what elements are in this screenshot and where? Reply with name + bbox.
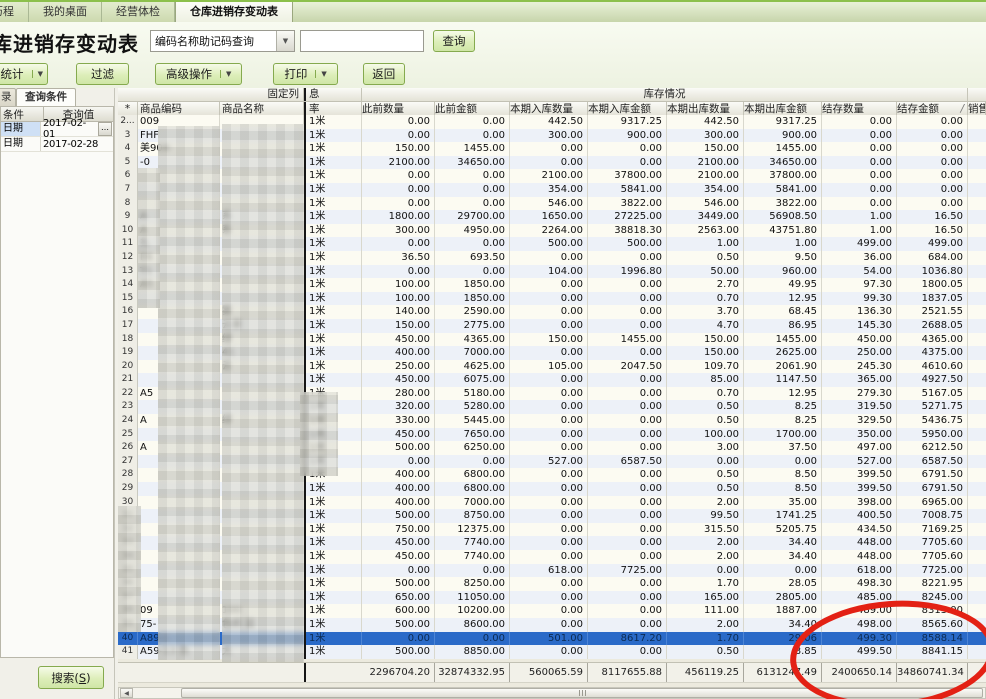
chevron-down-icon[interactable]: ▼ [276, 31, 294, 51]
column-header[interactable]: 此前金额 [435, 102, 510, 116]
toolbar-button[interactable]: 长统计▼ [0, 63, 48, 85]
condition-row[interactable]: 日期 2017-02-28 [1, 137, 113, 152]
top-zone: 库进销存变动表 编码名称助记码查询 ▼ 查询 长统计▼ 过滤 高级操作▼ 打印▼ 返回 [0, 22, 986, 88]
toolbar-button[interactable]: 返回 [362, 63, 405, 85]
sidebar: 录查询条件 条件 查询值 日期 2017-02-01… 日期 2017-02-28 搜… [0, 88, 115, 699]
window-tab[interactable]: 经营体检 [102, 2, 175, 22]
toolbar-button[interactable]: 高级操作 ▼ [155, 63, 243, 85]
sidebar-tab[interactable]: 查询条件 [16, 88, 76, 106]
mosaic-censor-block [300, 392, 338, 476]
column-header[interactable]: 商品编码 [138, 102, 220, 116]
condition-field[interactable]: 日期 [1, 122, 41, 136]
toolbar: 长统计▼ 过滤 高级操作▼ 打印▼ 返回 [0, 62, 405, 86]
scroll-left-icon[interactable]: ◀ [120, 688, 133, 698]
column-header[interactable]: 本期出库数量 [667, 102, 744, 116]
group-header-stock-status: 库存情况 [362, 88, 968, 101]
mosaic-censor-block [118, 506, 141, 632]
column-header[interactable]: 销售 [968, 102, 986, 116]
search-input[interactable] [300, 30, 424, 52]
query-condition-panel: 条件 查询值 日期 2017-02-01… 日期 2017-02-28 [0, 106, 114, 658]
total-value: 456119.25 [667, 663, 744, 682]
total-value: 560065.59 [510, 663, 588, 682]
column-header[interactable]: 率 [304, 102, 362, 116]
mosaic-censor-block [222, 124, 304, 662]
window-tab-bar: 历程我的桌面经营体检仓库进销存变动表 [0, 0, 986, 23]
slash-icon: / [960, 103, 964, 115]
group-header-info: 息 [304, 88, 362, 101]
sidebar-tab[interactable]: 录 [0, 88, 16, 106]
condition-value[interactable]: 2017-02-28 [41, 139, 113, 150]
query-button[interactable]: 查询 [433, 30, 475, 52]
column-header[interactable]: 此前数量 [362, 102, 435, 116]
group-header-sales [968, 88, 986, 101]
column-header[interactable]: 本期入库数量 [510, 102, 588, 116]
condition-header-field[interactable]: 条件 [1, 107, 44, 121]
chevron-down-icon[interactable]: ▼ [315, 70, 327, 78]
chevron-down-icon[interactable]: ▼ [31, 70, 43, 78]
search-mode-select[interactable]: 编码名称助记码查询 ▼ [150, 30, 295, 52]
grid-group-header: 固定列 息 库存情况 [118, 88, 986, 102]
app-window: 历程我的桌面经营体检仓库进销存变动表 库进销存变动表 编码名称助记码查询 ▼ 查… [0, 0, 986, 699]
total-value: 32874332.95 [435, 663, 510, 682]
sidebar-tabs: 录查询条件 [0, 88, 115, 106]
search-mode-value: 编码名称助记码查询 [155, 35, 254, 48]
search-button[interactable]: 搜索(S) [38, 666, 104, 689]
column-header[interactable]: * [118, 102, 138, 116]
mosaic-censor-block [138, 168, 160, 308]
column-header[interactable]: 本期入库金额 [588, 102, 667, 116]
mosaic-censor-block [158, 126, 220, 660]
condition-row[interactable]: 日期 2017-02-01… [1, 118, 113, 140]
toolbar-button[interactable]: 过滤 [76, 63, 129, 85]
total-value: 2296704.20 [362, 663, 435, 682]
column-header[interactable]: 本期出库金额 [744, 102, 822, 116]
toolbar-button[interactable]: 打印 ▼ [273, 63, 338, 85]
window-tab[interactable]: 我的桌面 [29, 2, 102, 22]
condition-field[interactable]: 日期 [1, 137, 41, 151]
column-header[interactable]: 结存数量 [822, 102, 897, 116]
window-tab[interactable]: 历程 [0, 2, 29, 22]
ellipsis-button[interactable]: … [98, 122, 112, 136]
column-header[interactable]: 结存金额 / [897, 102, 968, 116]
window-tab[interactable]: 仓库进销存变动表 [175, 0, 293, 22]
column-header[interactable]: 商品名称 [220, 102, 304, 116]
page-title: 库进销存变动表 [0, 32, 139, 56]
chevron-down-icon[interactable]: ▼ [220, 70, 231, 78]
condition-value[interactable]: 2017-02-01 [41, 118, 98, 140]
total-value: 8117655.88 [588, 663, 667, 682]
group-header-fixed-columns: 固定列 [118, 88, 304, 101]
